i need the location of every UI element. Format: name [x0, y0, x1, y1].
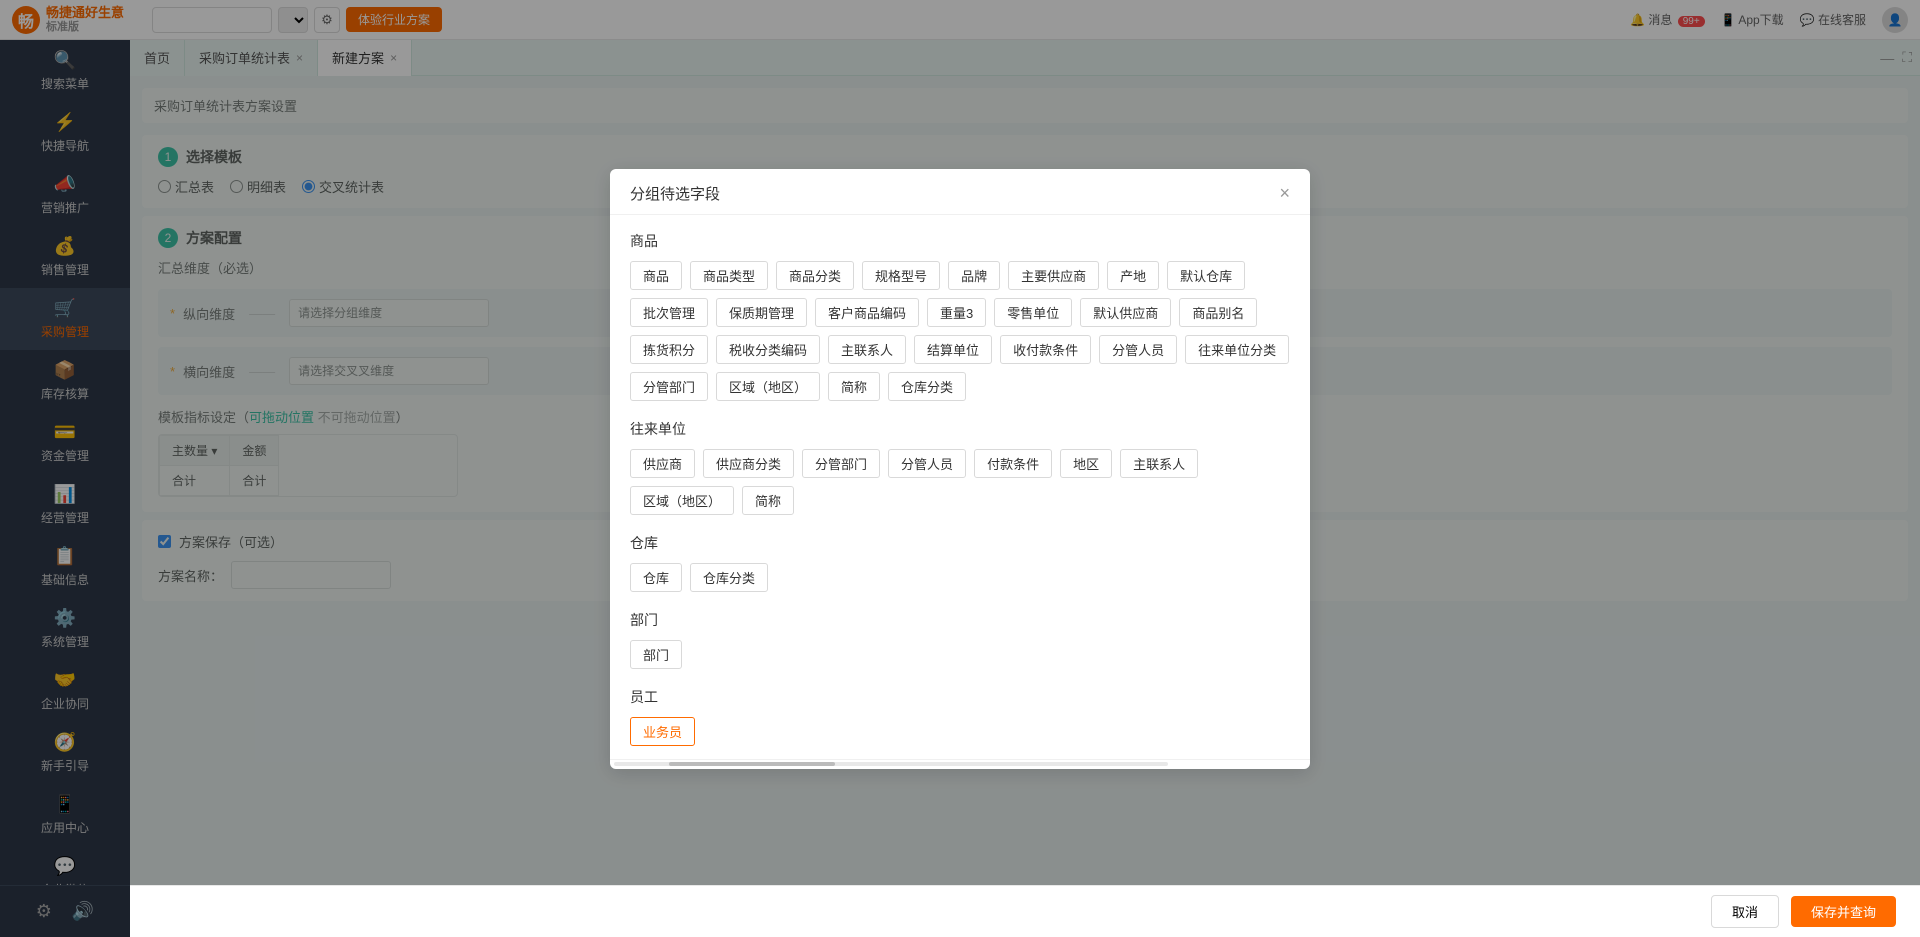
section-employee-tags: 业务员	[630, 717, 1290, 746]
field-tag-region[interactable]: 区域（地区）	[716, 372, 820, 401]
field-tag-warehouse-category[interactable]: 仓库分类	[690, 563, 768, 592]
field-tag-spec[interactable]: 规格型号	[862, 261, 940, 290]
section-warehouse-title: 仓库	[630, 533, 1290, 553]
section-department-tags: 部门	[630, 640, 1290, 669]
field-tag-manager[interactable]: 分管人员	[1099, 335, 1177, 364]
cancel-button[interactable]: 取消	[1711, 895, 1779, 928]
field-tag-goods-type[interactable]: 商品类型	[690, 261, 768, 290]
section-department-title: 部门	[630, 610, 1290, 630]
field-tag-short-name2[interactable]: 简称	[742, 486, 794, 515]
field-tag-pick-points[interactable]: 拣货积分	[630, 335, 708, 364]
field-tag-tax-code[interactable]: 税收分类编码	[716, 335, 820, 364]
save-and-query-button[interactable]: 保存并查询	[1791, 896, 1896, 927]
field-tag-weight3[interactable]: 重量3	[927, 298, 986, 327]
field-tag-brand[interactable]: 品牌	[948, 261, 1000, 290]
field-tag-main-contact[interactable]: 主联系人	[828, 335, 906, 364]
field-tag-department[interactable]: 部门	[630, 640, 682, 669]
field-tag-customer-code[interactable]: 客户商品编码	[815, 298, 919, 327]
field-tag-warehouse[interactable]: 仓库	[630, 563, 682, 592]
section-partner-tags: 供应商 供应商分类 分管部门 分管人员 付款条件 地区 主联系人 区域（地区） …	[630, 449, 1290, 515]
modal-header: 分组待选字段 ×	[610, 169, 1310, 215]
section-goods-tags: 商品 商品类型 商品分类 规格型号 品牌 主要供应商 产地 默认仓库 批次管理 …	[630, 261, 1290, 401]
section-goods-title: 商品	[630, 231, 1290, 251]
section-goods: 商品 商品 商品类型 商品分类 规格型号 品牌 主要供应商 产地 默认仓库 批次…	[630, 231, 1290, 401]
action-bar: 取消 保存并查询	[130, 885, 1920, 937]
field-tag-goods-category[interactable]: 商品分类	[776, 261, 854, 290]
field-tag-partner-category[interactable]: 往来单位分类	[1185, 335, 1289, 364]
section-employee: 员工 业务员	[630, 687, 1290, 746]
field-tag-mgmt-person[interactable]: 分管人员	[888, 449, 966, 478]
field-tag-retail-unit[interactable]: 零售单位	[994, 298, 1072, 327]
field-tag-goods[interactable]: 商品	[630, 261, 682, 290]
field-tag-dept[interactable]: 分管部门	[630, 372, 708, 401]
modal-close-button[interactable]: ×	[1279, 183, 1290, 204]
field-tag-payment-cond[interactable]: 付款条件	[974, 449, 1052, 478]
field-tag-payment-terms[interactable]: 收付款条件	[1000, 335, 1091, 364]
section-employee-title: 员工	[630, 687, 1290, 707]
field-tag-batch[interactable]: 批次管理	[630, 298, 708, 327]
field-tag-mgmt-dept[interactable]: 分管部门	[802, 449, 880, 478]
section-partner-title: 往来单位	[630, 419, 1290, 439]
modal-title: 分组待选字段	[630, 183, 720, 204]
field-tag-main-supplier[interactable]: 主要供应商	[1008, 261, 1099, 290]
field-tag-warehouse-cat[interactable]: 仓库分类	[888, 372, 966, 401]
field-tag-supplier-cat[interactable]: 供应商分类	[703, 449, 794, 478]
modal-body: 商品 商品 商品类型 商品分类 规格型号 品牌 主要供应商 产地 默认仓库 批次…	[610, 215, 1310, 759]
field-tag-settlement-unit[interactable]: 结算单位	[914, 335, 992, 364]
section-department: 部门 部门	[630, 610, 1290, 669]
section-warehouse: 仓库 仓库 仓库分类	[630, 533, 1290, 592]
section-warehouse-tags: 仓库 仓库分类	[630, 563, 1290, 592]
field-tag-salesperson[interactable]: 业务员	[630, 717, 695, 746]
field-tag-shelf-life[interactable]: 保质期管理	[716, 298, 807, 327]
field-select-modal: 分组待选字段 × 商品 商品 商品类型 商品分类 规格型号 品牌 主要供应商 产…	[610, 169, 1310, 769]
field-tag-supplier[interactable]: 供应商	[630, 449, 695, 478]
field-tag-area[interactable]: 地区	[1060, 449, 1112, 478]
field-tag-default-warehouse[interactable]: 默认仓库	[1167, 261, 1245, 290]
field-tag-main-contact2[interactable]: 主联系人	[1120, 449, 1198, 478]
field-tag-short-name[interactable]: 简称	[828, 372, 880, 401]
field-tag-origin[interactable]: 产地	[1107, 261, 1159, 290]
section-partner: 往来单位 供应商 供应商分类 分管部门 分管人员 付款条件 地区 主联系人 区域…	[630, 419, 1290, 515]
modal-horizontal-scrollbar[interactable]	[610, 759, 1310, 769]
field-tag-alias[interactable]: 商品别名	[1179, 298, 1257, 327]
modal-overlay: 分组待选字段 × 商品 商品 商品类型 商品分类 规格型号 品牌 主要供应商 产…	[0, 0, 1920, 937]
field-tag-region2[interactable]: 区域（地区）	[630, 486, 734, 515]
field-tag-default-supplier[interactable]: 默认供应商	[1080, 298, 1171, 327]
